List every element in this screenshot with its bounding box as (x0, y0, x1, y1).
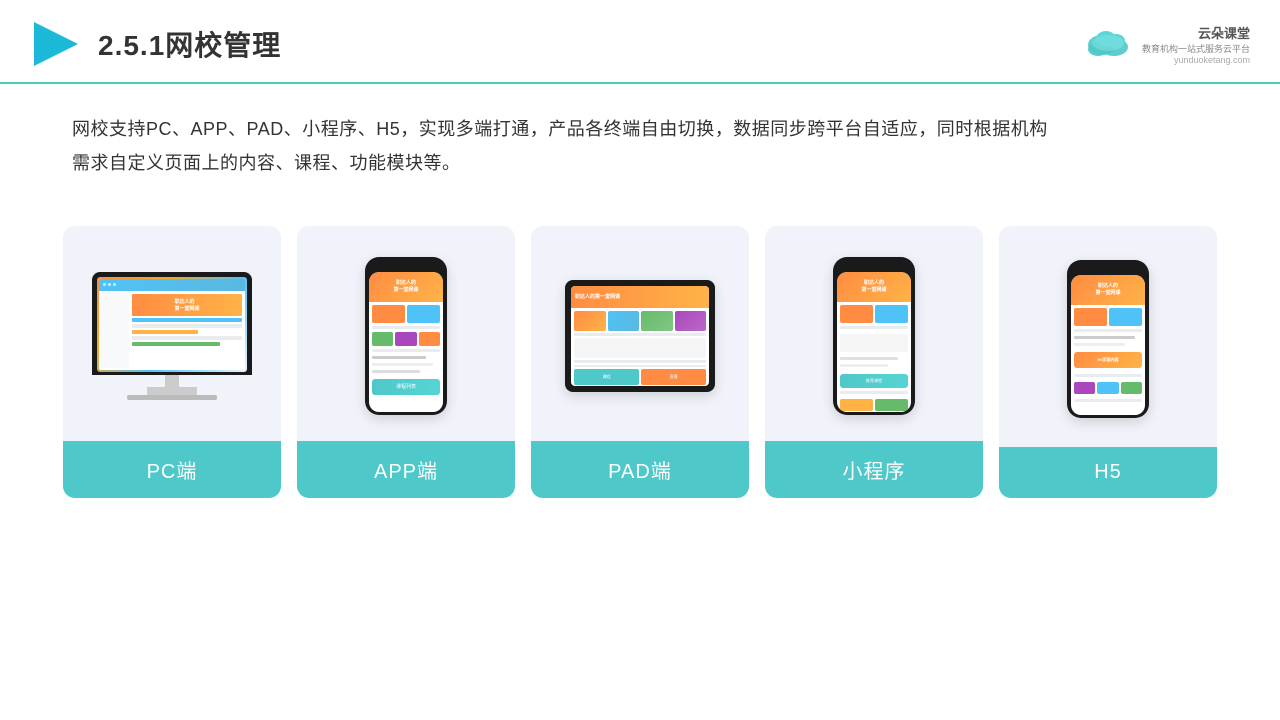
logo-name: 云朵课堂 (1198, 23, 1250, 42)
card-app: 职达人的第一堂网课 (297, 226, 515, 498)
description: 网校支持PC、APP、PAD、小程序、H5，实现多端打通，产品各终端自由切换，数… (0, 84, 1280, 198)
card-pc: 职达人的第一堂网课 (63, 226, 281, 498)
logo-slogan: 教育机构一站式服务云平台 (1142, 42, 1250, 55)
card-pad: 职达人的第一堂网课 (531, 226, 749, 498)
card-pc-image: 职达人的第一堂网课 (63, 226, 281, 441)
play-icon (30, 18, 82, 70)
logo-url: yunduoketang.com (1174, 55, 1250, 65)
description-line1: 网校支持PC、APP、PAD、小程序、H5，实现多端打通，产品各终端自由切换，数… (72, 112, 1208, 146)
card-miniprogram: 职达人的第一堂网课 推荐课程 (765, 226, 983, 498)
card-h5-image: 职达人的第一堂网课 H5页面内容 (999, 226, 1217, 447)
header: 2.5.1网校管理 云朵课堂 教育机构一站式服务云平台 yunduoketang… (0, 0, 1280, 84)
phone-mockup-mini: 职达人的第一堂网课 推荐课程 (833, 257, 915, 415)
logo-text: 云朵课堂 教育机构一站式服务云平台 yunduoketang.com (1142, 23, 1250, 65)
card-app-label: APP端 (297, 441, 515, 498)
tablet-mockup: 职达人的第一堂网课 (565, 280, 715, 392)
card-pad-image: 职达人的第一堂网课 (531, 226, 749, 441)
card-miniprogram-label: 小程序 (765, 441, 983, 498)
page-title: 2.5.1网校管理 (98, 24, 281, 64)
header-left: 2.5.1网校管理 (30, 18, 281, 70)
card-app-image: 职达人的第一堂网课 (297, 226, 515, 441)
card-pad-label: PAD端 (531, 441, 749, 498)
logo-area: 云朵课堂 教育机构一站式服务云平台 yunduoketang.com (1082, 23, 1250, 65)
cards-container: 职达人的第一堂网课 (0, 208, 1280, 498)
phone-mockup-app: 职达人的第一堂网课 (365, 257, 447, 415)
description-line2: 需求自定义页面上的内容、课程、功能模块等。 (72, 146, 1208, 180)
phone-mockup-h5: 职达人的第一堂网课 H5页面内容 (1067, 260, 1149, 418)
card-h5: 职达人的第一堂网课 H5页面内容 (999, 226, 1217, 498)
card-h5-label: H5 (999, 447, 1217, 498)
pc-mockup: 职达人的第一堂网课 (92, 272, 252, 400)
card-pc-label: PC端 (63, 441, 281, 498)
card-miniprogram-image: 职达人的第一堂网课 推荐课程 (765, 226, 983, 441)
cloud-logo-icon (1082, 23, 1134, 65)
